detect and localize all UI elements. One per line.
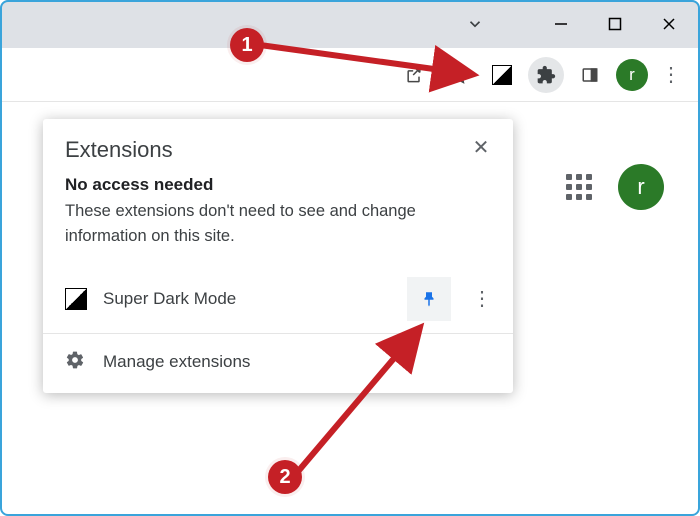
profile-avatar[interactable]: r — [616, 59, 648, 91]
manage-extensions-row[interactable]: Manage extensions — [43, 334, 513, 393]
window-titlebar — [0, 0, 700, 48]
annotation-badge-1: 1 — [230, 28, 264, 62]
side-panel-icon[interactable] — [572, 57, 608, 93]
extensions-popup: Extensions ✕ No access needed These exte… — [43, 119, 513, 393]
more-vert-icon: ⋮ — [661, 62, 681, 87]
extensions-button[interactable] — [528, 57, 564, 93]
avatar-letter: r — [629, 66, 635, 83]
more-vert-icon: ⋮ — [472, 286, 492, 311]
popup-title: Extensions — [65, 137, 173, 163]
page-top-right: r — [566, 164, 664, 210]
gear-icon — [65, 350, 85, 375]
pin-icon — [420, 290, 438, 308]
manage-extensions-label: Manage extensions — [103, 352, 250, 372]
pin-extension-button[interactable] — [407, 277, 451, 321]
close-icon: ✕ — [473, 135, 490, 160]
extension-more-button[interactable]: ⋮ — [467, 277, 497, 321]
browser-toolbar: r ⋮ — [0, 48, 700, 102]
window-maximize-button[interactable] — [588, 0, 642, 48]
google-apps-icon[interactable] — [566, 174, 592, 200]
super-dark-mode-icon — [65, 288, 87, 310]
extension-name: Super Dark Mode — [103, 289, 391, 309]
window-minimize-button[interactable] — [534, 0, 588, 48]
extension-row[interactable]: Super Dark Mode ⋮ — [43, 265, 513, 334]
annotation-badge-2: 2 — [268, 460, 302, 494]
browser-menu-button[interactable]: ⋮ — [656, 57, 686, 93]
window-close-button[interactable] — [642, 0, 696, 48]
super-dark-mode-toolbar-icon[interactable] — [484, 57, 520, 93]
popup-description: These extensions don't need to see and c… — [65, 199, 491, 249]
avatar-letter: r — [637, 174, 644, 200]
popup-subheading: No access needed — [65, 175, 491, 195]
window-controls — [534, 0, 696, 48]
bookmark-star-icon[interactable] — [440, 57, 476, 93]
account-avatar[interactable]: r — [618, 164, 664, 210]
share-icon[interactable] — [396, 57, 432, 93]
popup-close-button[interactable]: ✕ — [467, 133, 495, 161]
tab-search-chevron[interactable] — [456, 5, 494, 43]
